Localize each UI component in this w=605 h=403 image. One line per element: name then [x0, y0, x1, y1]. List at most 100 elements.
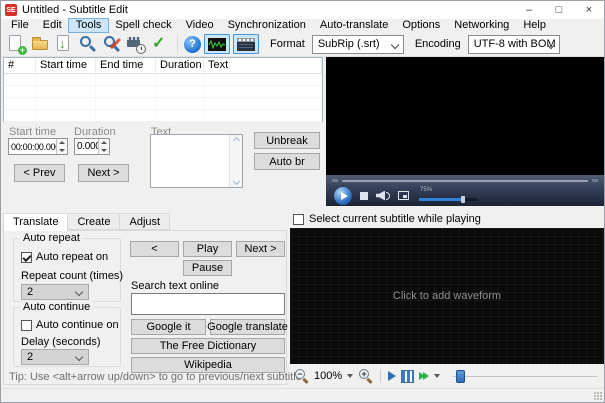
new-button[interactable]: + [6, 34, 27, 55]
start-time-stepper[interactable] [56, 139, 67, 154]
spin-down-icon [59, 148, 65, 152]
find-button[interactable] [78, 34, 99, 55]
delay-select[interactable]: 2 [21, 349, 89, 365]
subtitle-list[interactable]: # Start time End time Duration Text [3, 57, 323, 122]
column-duration[interactable]: Duration [156, 58, 204, 73]
format-value: SubRip (.srt) [317, 38, 380, 50]
menu-tools[interactable]: Tools [67, 18, 110, 33]
stop-button[interactable] [360, 191, 368, 200]
start-time-input[interactable]: 00:00:00.000 [8, 138, 68, 155]
play-button[interactable] [334, 186, 352, 205]
repeat-count-label: Repeat count (times) [21, 270, 124, 282]
tip-text: Tip: Use <alt+arrow up/down> to go to pr… [9, 371, 302, 383]
open-button[interactable] [30, 34, 51, 55]
position-track[interactable] [453, 375, 598, 377]
play-current-button[interactable]: Play [183, 241, 232, 257]
auto-continue-checkbox[interactable] [21, 319, 32, 331]
close-button[interactable]: × [574, 1, 604, 19]
spell-check-button[interactable]: ✓ [150, 34, 171, 55]
menu-synchronization[interactable]: Synchronization [221, 19, 313, 32]
video-player[interactable]: 75% [326, 57, 604, 206]
select-current-subtitle-row: Select current subtitle while playing [293, 213, 481, 225]
format-label: Format [270, 38, 305, 50]
zoom-dropdown-icon[interactable] [347, 374, 354, 378]
text-scrollbar[interactable] [229, 135, 242, 187]
column-text[interactable]: Text [204, 58, 322, 73]
encoding-value: UTF-8 with BOM [473, 38, 556, 50]
replace-button[interactable] [102, 34, 123, 55]
visual-sync-button[interactable] [126, 34, 147, 55]
menu-video[interactable]: Video [179, 19, 221, 32]
zoom-out-button[interactable]: − [294, 368, 309, 385]
seek-bar[interactable] [326, 175, 604, 185]
menu-file[interactable]: File [4, 19, 36, 32]
pause-button[interactable]: Pause [183, 260, 232, 276]
volume-thumb[interactable] [460, 195, 465, 203]
seek-start-cap [332, 179, 338, 182]
speed-dropdown-icon[interactable] [434, 374, 441, 378]
delay-label: Delay (seconds) [21, 336, 101, 348]
duration-value[interactable]: 0.000 [75, 139, 98, 154]
subtitle-text-area[interactable] [150, 134, 243, 188]
waveform-area[interactable]: Click to add waveform [290, 228, 604, 364]
tab-adjust[interactable]: Adjust [119, 213, 171, 230]
auto-repeat-checkbox[interactable] [21, 251, 32, 263]
sound-wave-icon [386, 191, 390, 200]
resize-grip[interactable] [594, 392, 602, 400]
repeat-count-value: 2 [27, 286, 34, 298]
playback-speed-button[interactable] [419, 372, 430, 380]
search-online-label: Search text online [131, 280, 220, 292]
position-thumb[interactable] [456, 369, 466, 383]
menu-options[interactable]: Options [395, 19, 447, 32]
google-it-button[interactable]: Google it [131, 319, 206, 335]
minimize-button[interactable]: – [514, 1, 544, 19]
menu-spell-check[interactable]: Spell check [108, 19, 178, 32]
tab-create[interactable]: Create [67, 213, 121, 230]
column-number[interactable]: # [4, 58, 36, 73]
toggle-video-button[interactable] [233, 34, 259, 54]
encoding-label: Encoding [414, 38, 461, 50]
tab-translate[interactable]: Translate [3, 213, 69, 231]
menu-networking[interactable]: Networking [447, 19, 516, 32]
help-button[interactable]: ? [184, 35, 201, 53]
waveform-play-button[interactable] [388, 371, 397, 381]
free-dictionary-button[interactable]: The Free Dictionary [131, 338, 285, 354]
toggle-waveform-button[interactable] [204, 34, 230, 54]
maximize-button[interactable]: □ [544, 1, 574, 19]
prev-subtitle-button[interactable]: < Prev [14, 164, 65, 182]
search-text-input[interactable] [131, 293, 285, 315]
start-time-value[interactable]: 00:00:00.000 [9, 139, 56, 154]
volume-track[interactable] [419, 197, 477, 201]
fullscreen-button[interactable] [398, 191, 409, 200]
format-select[interactable]: SubRip (.srt) [311, 34, 404, 54]
next-subtitle-button[interactable]: Next > [78, 164, 129, 182]
volume-label: 75% [420, 186, 433, 193]
seek-track[interactable] [342, 180, 588, 182]
select-current-subtitle-checkbox[interactable] [293, 213, 304, 225]
menubar: File Edit Tools Spell check Video Synchr… [1, 18, 604, 33]
menu-edit[interactable]: Edit [36, 19, 69, 32]
duration-input[interactable]: 0.000 [74, 138, 110, 155]
auto-br-button[interactable]: Auto br [254, 153, 320, 170]
edit-panel: Start time Duration Text 00:00:00.000 0.… [1, 122, 323, 208]
column-start-time[interactable]: Start time [36, 58, 96, 73]
google-translate-button[interactable]: Google translate [207, 319, 288, 335]
scroll-up-icon [232, 136, 240, 145]
menu-auto-translate[interactable]: Auto-translate [313, 19, 395, 32]
column-end-time[interactable]: End time [96, 58, 156, 73]
back-button[interactable]: < [130, 241, 179, 257]
volume-slider[interactable]: 75% [419, 186, 477, 203]
unbreak-button[interactable]: Unbreak [254, 132, 320, 149]
repeat-count-select[interactable]: 2 [21, 284, 89, 300]
mute-button[interactable] [376, 190, 390, 201]
duration-stepper[interactable] [98, 139, 109, 154]
zoom-in-button[interactable]: + [358, 368, 373, 385]
waveform-zoom-value[interactable]: 100% [314, 370, 342, 382]
save-button[interactable]: ↓ [54, 34, 75, 55]
encoding-select[interactable]: UTF-8 with BOM [467, 34, 560, 54]
video-position-slider[interactable] [453, 369, 598, 384]
plus-icon: + [18, 44, 27, 55]
video-position-icon[interactable] [401, 369, 415, 383]
next-button[interactable]: Next > [236, 241, 285, 257]
menu-help[interactable]: Help [516, 19, 553, 32]
